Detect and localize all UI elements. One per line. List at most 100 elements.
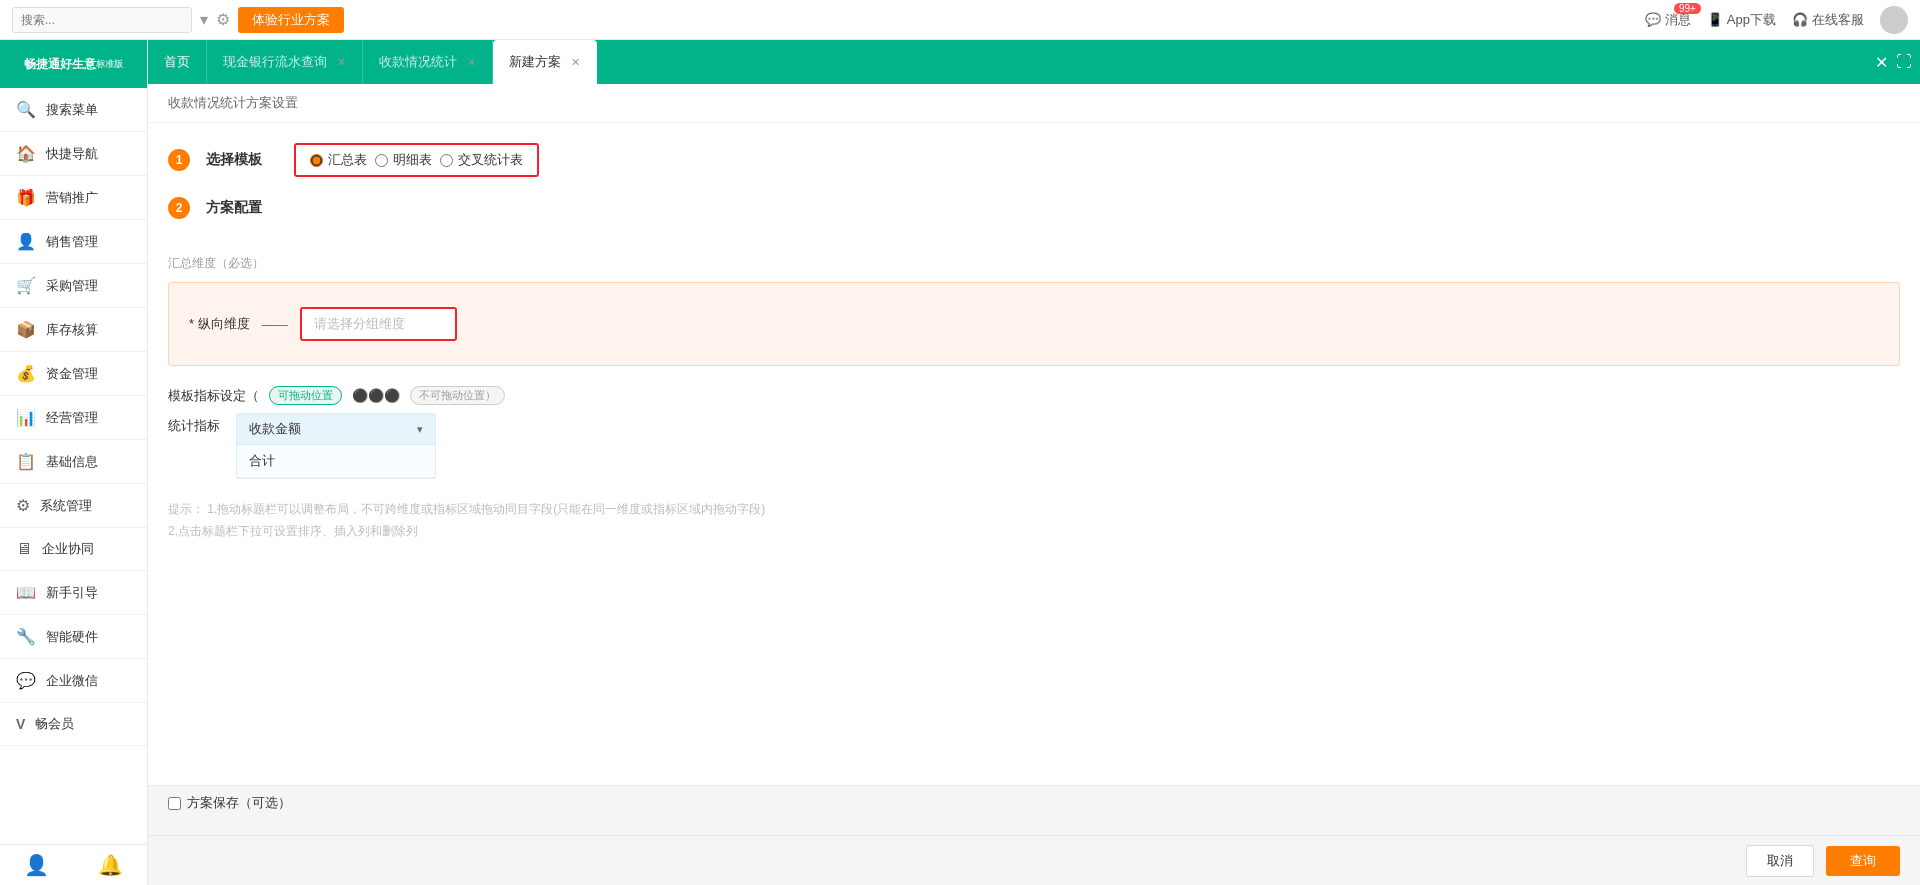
gift-icon: 🎁 bbox=[16, 188, 36, 207]
sidebar-item-nav[interactable]: 🏠 快捷导航 bbox=[0, 132, 147, 176]
step2-label: 方案配置 bbox=[206, 199, 262, 217]
sidebar-item-inventory[interactable]: 📦 库存核算 bbox=[0, 308, 147, 352]
search-icon: 🔍 bbox=[16, 100, 36, 119]
sidebar-item-collab[interactable]: 🖥 企业协同 bbox=[0, 528, 147, 571]
hint-text-1: 提示： 1.拖动标题栏可以调整布局，不可跨维度或指标区域拖动同目字段(只能在同一… bbox=[168, 499, 765, 521]
sidebar-item-system[interactable]: ⚙ 系统管理 bbox=[0, 484, 147, 528]
sidebar-item-marketing[interactable]: 🎁 营销推广 bbox=[0, 176, 147, 220]
hint-section: 提示： 1.拖动标题栏可以调整布局，不可跨维度或指标区域拖动同目字段(只能在同一… bbox=[168, 499, 1900, 562]
step1-label: 选择模板 bbox=[206, 151, 262, 169]
tab-new-plan[interactable]: 新建方案 ✕ bbox=[493, 40, 597, 84]
sidebar-item-hardware[interactable]: 🔧 智能硬件 bbox=[0, 615, 147, 659]
gear-icon: ⚙ bbox=[16, 496, 30, 515]
page-body: 收款情况统计方案设置 1 选择模板 汇总表 bbox=[148, 84, 1920, 785]
close-window-icon[interactable]: ✕ bbox=[1875, 53, 1888, 72]
breadcrumb-text: 收款情况统计方案设置 bbox=[168, 95, 298, 110]
indicator-prefix: 模板指标设定（ bbox=[168, 387, 259, 405]
top-search-input[interactable] bbox=[12, 7, 192, 33]
query-button[interactable]: 查询 bbox=[1826, 846, 1900, 876]
user-avatar[interactable] bbox=[1880, 6, 1908, 34]
money-icon: 💰 bbox=[16, 364, 36, 383]
notification-count: 99+ bbox=[1674, 3, 1701, 14]
tab-close-receipt[interactable]: ✕ bbox=[467, 56, 476, 69]
sidebar-item-search[interactable]: 🔍 搜索菜单 bbox=[0, 88, 147, 132]
sidebar-user-icon[interactable]: 👤 bbox=[24, 853, 49, 877]
bottom-actions: 取消 查询 bbox=[148, 835, 1920, 885]
clipboard-icon: 📋 bbox=[16, 452, 36, 471]
download-icon: 📱 bbox=[1707, 12, 1723, 27]
dimension-area: * 纵向维度 —— 请选择分组维度 bbox=[168, 282, 1900, 366]
sidebar-item-label: 畅会员 bbox=[35, 715, 74, 733]
save-checkbox[interactable] bbox=[168, 797, 181, 810]
sidebar-item-operations[interactable]: 📊 经营管理 bbox=[0, 396, 147, 440]
save-option[interactable]: 方案保存（可选） bbox=[168, 794, 291, 812]
tab-close-new[interactable]: ✕ bbox=[571, 56, 580, 69]
settings-icon[interactable]: ⚙ bbox=[216, 10, 230, 29]
draggable-badge: 可拖动位置 bbox=[269, 386, 342, 405]
radio-detail-input[interactable] bbox=[375, 154, 388, 167]
stat-dropdown-arrow[interactable]: ▾ bbox=[417, 423, 423, 436]
sidebar-item-label: 经营管理 bbox=[46, 409, 98, 427]
step2-row: 2 方案配置 bbox=[168, 197, 1900, 219]
sidebar-item-member[interactable]: V 畅会员 bbox=[0, 703, 147, 746]
radio-detail[interactable]: 明细表 bbox=[375, 151, 432, 169]
stat-row-value: 合计 bbox=[249, 453, 275, 468]
sidebar-item-label: 新手引导 bbox=[46, 584, 98, 602]
content-area: 首页 现金银行流水查询 ✕ 收款情况统计 ✕ 新建方案 ✕ ✕ ⛶ bbox=[148, 40, 1920, 885]
sidebar-item-label: 营销推广 bbox=[46, 189, 98, 207]
dimension-label-text: 汇总维度（必选） bbox=[168, 256, 264, 270]
sidebar-item-wechat[interactable]: 💬 企业微信 bbox=[0, 659, 147, 703]
chart-icon: 📊 bbox=[16, 408, 36, 427]
indicator-section: 模板指标设定（ 可拖动位置 ⚫⚫⚫ 不可拖动位置） 统计指标 bbox=[168, 386, 1900, 479]
hint-text-2: 2.点击标题栏下拉可设置排序、插入列和删除列 bbox=[168, 521, 418, 543]
sidebar-item-label: 系统管理 bbox=[40, 497, 92, 515]
download-link[interactable]: 📱 App下载 bbox=[1707, 11, 1776, 29]
radio-cross-input[interactable] bbox=[440, 154, 453, 167]
tab-bank-query[interactable]: 现金银行流水查询 ✕ bbox=[207, 40, 363, 84]
dimension-row: * 纵向维度 —— 请选择分组维度 bbox=[189, 307, 1879, 341]
sidebar-item-label: 资金管理 bbox=[46, 365, 98, 383]
sidebar-item-finance[interactable]: 💰 资金管理 bbox=[0, 352, 147, 396]
dimension-placeholder: 请选择分组维度 bbox=[314, 316, 405, 331]
save-label: 方案保存（可选） bbox=[187, 794, 291, 812]
config-section: 汇总维度（必选） * 纵向维度 —— 请选择分组维度 bbox=[148, 255, 1920, 582]
sidebar-item-sales[interactable]: 👤 销售管理 bbox=[0, 220, 147, 264]
stat-table-header[interactable]: 收款金额 ▾ bbox=[237, 414, 435, 445]
message-badge[interactable]: 💬 消息 99+ bbox=[1645, 11, 1691, 29]
service-icon: 🎧 bbox=[1792, 12, 1808, 27]
message-icon: 💬 bbox=[1645, 12, 1661, 27]
expand-window-icon[interactable]: ⛶ bbox=[1896, 53, 1912, 71]
cancel-button[interactable]: 取消 bbox=[1746, 845, 1814, 877]
service-link[interactable]: 🎧 在线客服 bbox=[1792, 11, 1864, 29]
tab-receipt-label: 收款情况统计 bbox=[379, 53, 457, 71]
sidebar-item-purchase[interactable]: 🛒 采购管理 bbox=[0, 264, 147, 308]
sidebar-item-label: 快捷导航 bbox=[46, 145, 98, 163]
radio-summary[interactable]: 汇总表 bbox=[310, 151, 367, 169]
sidebar-item-guide[interactable]: 📖 新手引导 bbox=[0, 571, 147, 615]
tab-close-bank[interactable]: ✕ bbox=[337, 56, 346, 69]
radio-cross-label: 交叉统计表 bbox=[458, 151, 523, 169]
dropdown-icon[interactable]: ▾ bbox=[200, 10, 208, 29]
sidebar-bottom: 👤 🔔 bbox=[0, 844, 147, 885]
tab-bar-actions: ✕ ⛶ bbox=[1875, 40, 1920, 84]
tab-receipt-stat[interactable]: 收款情况统计 ✕ bbox=[363, 40, 493, 84]
stat-column-header: 收款金额 bbox=[249, 420, 301, 438]
sidebar-item-basic-info[interactable]: 📋 基础信息 bbox=[0, 440, 147, 484]
top-bar-left: ▾ ⚙ 体验行业方案 bbox=[12, 7, 344, 33]
dimension-select[interactable]: 请选择分组维度 bbox=[300, 307, 457, 341]
radio-cross[interactable]: 交叉统计表 bbox=[440, 151, 523, 169]
stat-table-row: 合计 bbox=[237, 445, 435, 478]
radio-summary-input[interactable] bbox=[310, 154, 323, 167]
tab-home[interactable]: 首页 bbox=[148, 40, 207, 84]
box-icon: 📦 bbox=[16, 320, 36, 339]
sidebar-item-label: 基础信息 bbox=[46, 453, 98, 471]
top-bar: ▾ ⚙ 体验行业方案 💬 消息 99+ 📱 App下载 🎧 在线客服 bbox=[0, 0, 1920, 40]
sidebar-item-label: 企业微信 bbox=[46, 672, 98, 690]
home-icon: 🏠 bbox=[16, 144, 36, 163]
sidebar-bell-icon[interactable]: 🔔 bbox=[98, 853, 123, 877]
stat-section-label: 统计指标 bbox=[168, 418, 220, 433]
cart-icon: 🛒 bbox=[16, 276, 36, 295]
user-icon: 👤 bbox=[16, 232, 36, 251]
download-label: App下载 bbox=[1727, 11, 1776, 29]
trial-button[interactable]: 体验行业方案 bbox=[238, 7, 344, 33]
